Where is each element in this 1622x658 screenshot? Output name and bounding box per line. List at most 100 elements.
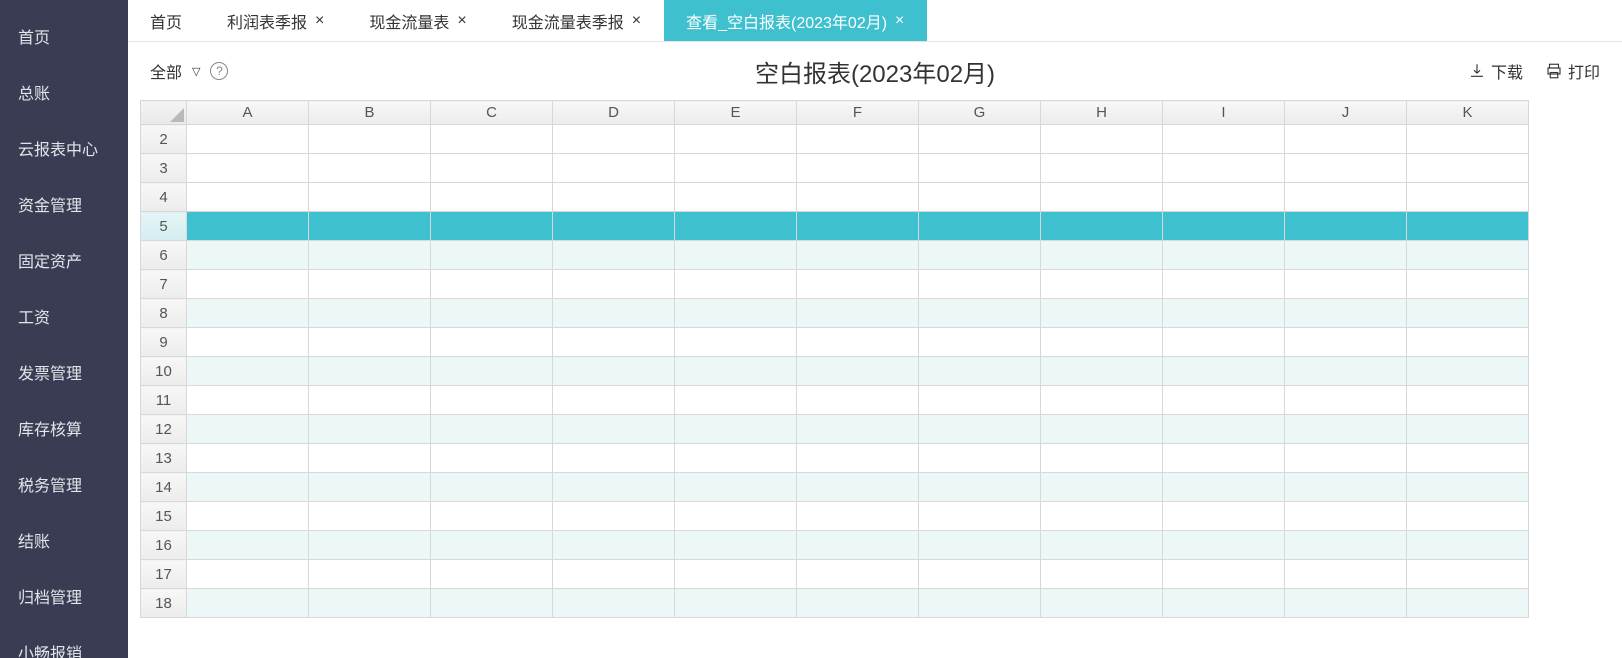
cell-C17[interactable]: [431, 560, 553, 589]
cell-D14[interactable]: [553, 473, 675, 502]
cell-D4[interactable]: [553, 183, 675, 212]
cell-H15[interactable]: [1041, 502, 1163, 531]
cell-H3[interactable]: [1041, 154, 1163, 183]
row-header-5[interactable]: 5: [141, 212, 187, 241]
help-icon[interactable]: ?: [210, 62, 228, 80]
row-header-3[interactable]: 3: [141, 154, 187, 183]
row-header-10[interactable]: 10: [141, 357, 187, 386]
cell-A6[interactable]: [187, 241, 309, 270]
cell-J11[interactable]: [1285, 386, 1407, 415]
cell-E16[interactable]: [675, 531, 797, 560]
close-icon[interactable]: ×: [315, 13, 324, 29]
cell-C10[interactable]: [431, 357, 553, 386]
cell-B10[interactable]: [309, 357, 431, 386]
cell-C5[interactable]: [431, 212, 553, 241]
cell-F5[interactable]: [797, 212, 919, 241]
cell-B11[interactable]: [309, 386, 431, 415]
close-icon[interactable]: ×: [895, 13, 904, 29]
cell-J10[interactable]: [1285, 357, 1407, 386]
cell-A8[interactable]: [187, 299, 309, 328]
tab-3[interactable]: 现金流量表季报×: [490, 0, 664, 41]
cell-I5[interactable]: [1163, 212, 1285, 241]
cell-B4[interactable]: [309, 183, 431, 212]
cell-I18[interactable]: [1163, 589, 1285, 618]
close-icon[interactable]: ×: [457, 13, 466, 29]
cell-C15[interactable]: [431, 502, 553, 531]
cell-F15[interactable]: [797, 502, 919, 531]
cell-A2[interactable]: [187, 125, 309, 154]
cell-B13[interactable]: [309, 444, 431, 473]
cell-G11[interactable]: [919, 386, 1041, 415]
cell-B16[interactable]: [309, 531, 431, 560]
cell-B14[interactable]: [309, 473, 431, 502]
cell-F10[interactable]: [797, 357, 919, 386]
cell-B12[interactable]: [309, 415, 431, 444]
cell-K2[interactable]: [1407, 125, 1529, 154]
cell-F11[interactable]: [797, 386, 919, 415]
print-button[interactable]: 打印: [1545, 59, 1600, 83]
cell-B8[interactable]: [309, 299, 431, 328]
cell-J12[interactable]: [1285, 415, 1407, 444]
cell-K18[interactable]: [1407, 589, 1529, 618]
cell-J4[interactable]: [1285, 183, 1407, 212]
cell-K17[interactable]: [1407, 560, 1529, 589]
cell-E15[interactable]: [675, 502, 797, 531]
spreadsheet[interactable]: ABCDEFGHIJK23456789101112131415161718: [140, 100, 1529, 618]
row-header-15[interactable]: 15: [141, 502, 187, 531]
cell-K10[interactable]: [1407, 357, 1529, 386]
cell-A7[interactable]: [187, 270, 309, 299]
cell-I15[interactable]: [1163, 502, 1285, 531]
cell-G6[interactable]: [919, 241, 1041, 270]
cell-F2[interactable]: [797, 125, 919, 154]
cell-D10[interactable]: [553, 357, 675, 386]
column-header-K[interactable]: K: [1407, 101, 1529, 125]
tab-4[interactable]: 查看_空白报表(2023年02月)×: [664, 0, 927, 41]
cell-H4[interactable]: [1041, 183, 1163, 212]
cell-G9[interactable]: [919, 328, 1041, 357]
cell-A18[interactable]: [187, 589, 309, 618]
cell-E8[interactable]: [675, 299, 797, 328]
cell-A14[interactable]: [187, 473, 309, 502]
cell-D13[interactable]: [553, 444, 675, 473]
cell-E13[interactable]: [675, 444, 797, 473]
cell-J14[interactable]: [1285, 473, 1407, 502]
cell-A5[interactable]: [187, 212, 309, 241]
cell-J2[interactable]: [1285, 125, 1407, 154]
cell-K5[interactable]: [1407, 212, 1529, 241]
sidebar-item-4[interactable]: 固定资产: [0, 232, 128, 288]
cell-I10[interactable]: [1163, 357, 1285, 386]
cell-J15[interactable]: [1285, 502, 1407, 531]
cell-B17[interactable]: [309, 560, 431, 589]
column-header-J[interactable]: J: [1285, 101, 1407, 125]
cell-K11[interactable]: [1407, 386, 1529, 415]
column-header-F[interactable]: F: [797, 101, 919, 125]
cell-H12[interactable]: [1041, 415, 1163, 444]
cell-F7[interactable]: [797, 270, 919, 299]
cell-G8[interactable]: [919, 299, 1041, 328]
cell-K3[interactable]: [1407, 154, 1529, 183]
row-header-14[interactable]: 14: [141, 473, 187, 502]
cell-I13[interactable]: [1163, 444, 1285, 473]
cell-I9[interactable]: [1163, 328, 1285, 357]
cell-D5[interactable]: [553, 212, 675, 241]
cell-C3[interactable]: [431, 154, 553, 183]
cell-A12[interactable]: [187, 415, 309, 444]
cell-H2[interactable]: [1041, 125, 1163, 154]
cell-D12[interactable]: [553, 415, 675, 444]
cell-C12[interactable]: [431, 415, 553, 444]
download-button[interactable]: 下载: [1468, 59, 1523, 83]
cell-D7[interactable]: [553, 270, 675, 299]
cell-F3[interactable]: [797, 154, 919, 183]
sidebar-item-1[interactable]: 总账: [0, 64, 128, 120]
cell-D8[interactable]: [553, 299, 675, 328]
cell-F9[interactable]: [797, 328, 919, 357]
cell-H18[interactable]: [1041, 589, 1163, 618]
cell-A3[interactable]: [187, 154, 309, 183]
cell-J13[interactable]: [1285, 444, 1407, 473]
cell-I12[interactable]: [1163, 415, 1285, 444]
cell-I7[interactable]: [1163, 270, 1285, 299]
cell-G10[interactable]: [919, 357, 1041, 386]
cell-K4[interactable]: [1407, 183, 1529, 212]
column-header-C[interactable]: C: [431, 101, 553, 125]
column-header-B[interactable]: B: [309, 101, 431, 125]
